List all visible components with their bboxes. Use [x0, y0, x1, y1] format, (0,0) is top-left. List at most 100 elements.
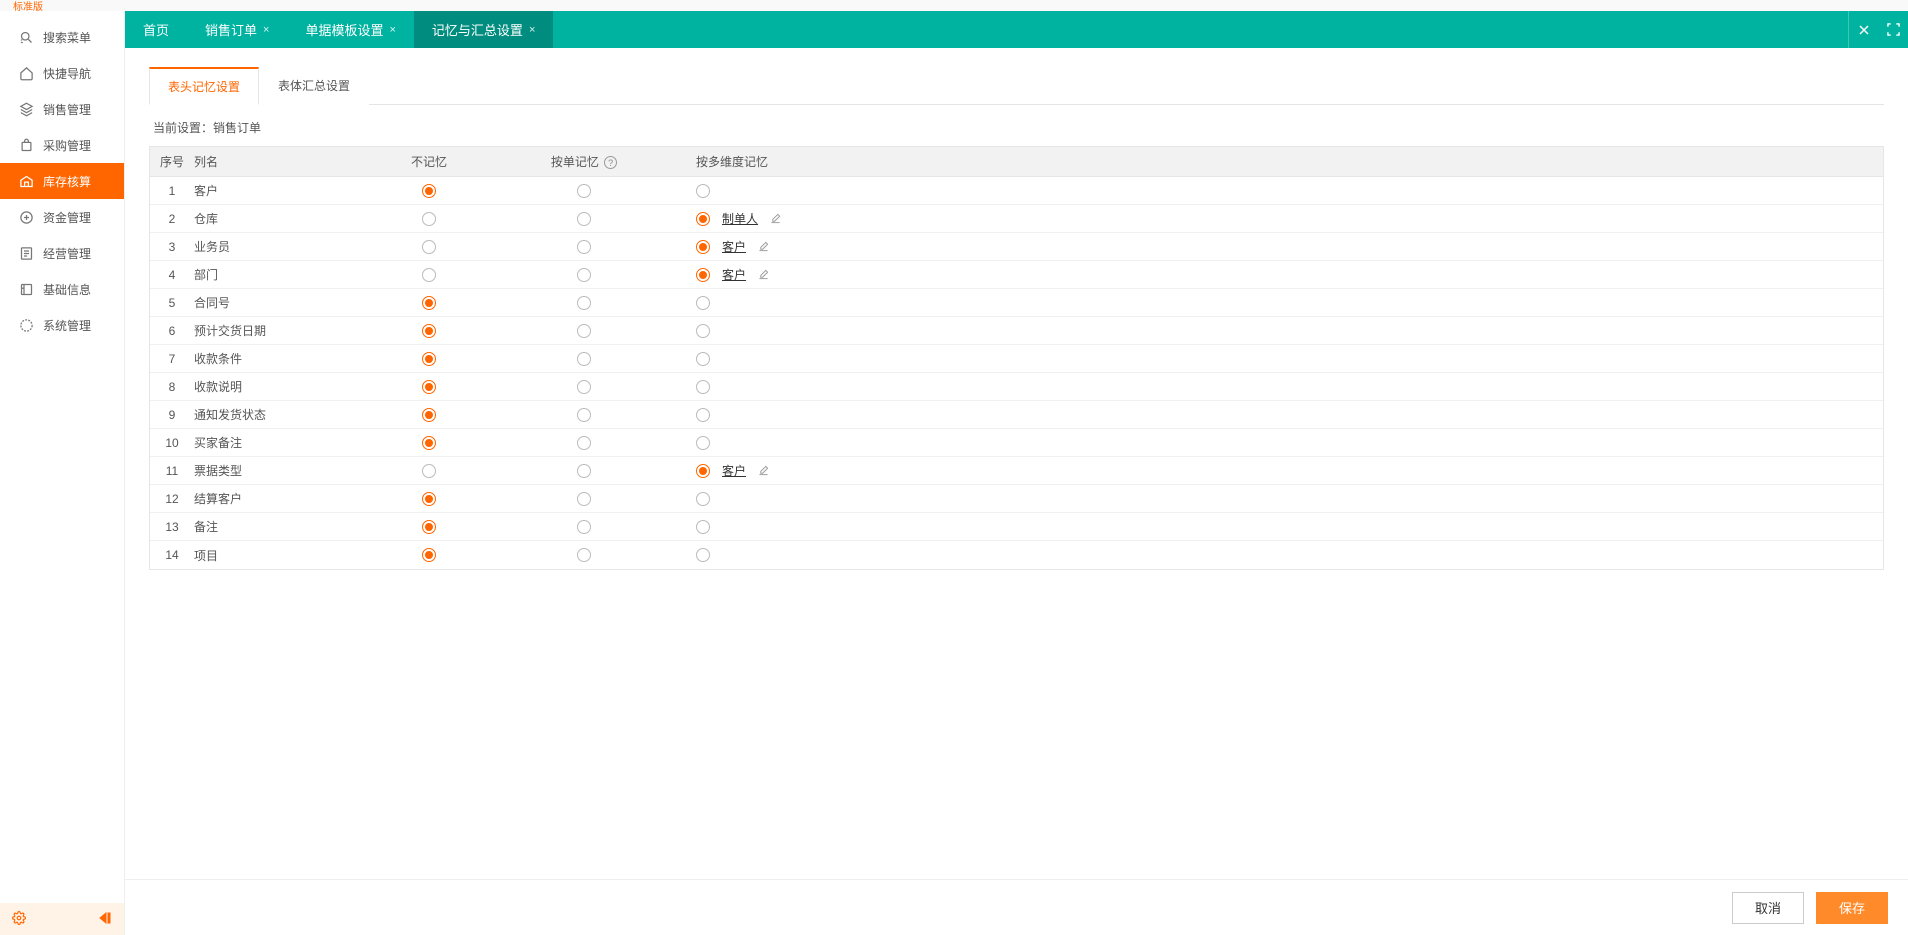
collapse-icon[interactable] [98, 912, 112, 927]
table-row: 9通知发货状态 [150, 401, 1883, 429]
save-button[interactable]: 保存 [1816, 892, 1888, 924]
dimension-link[interactable]: 客户 [722, 266, 746, 283]
dimension-link[interactable]: 客户 [722, 238, 746, 255]
radio-no-memory[interactable] [422, 324, 436, 338]
close-icon[interactable]: × [389, 24, 395, 36]
sidebar-item-fund-mgmt[interactable]: 资金管理 [0, 199, 124, 235]
cell-colname: 买家备注 [194, 434, 354, 451]
radio-by-order[interactable] [577, 240, 591, 254]
radio-by-dim[interactable] [696, 268, 710, 282]
radio-by-order[interactable] [577, 296, 591, 310]
table-row: 6预计交货日期 [150, 317, 1883, 345]
sidebar-item-business-mgmt[interactable]: 经营管理 [0, 235, 124, 271]
radio-by-dim[interactable] [696, 212, 710, 226]
radio-by-dim[interactable] [696, 324, 710, 338]
radio-by-order[interactable] [577, 324, 591, 338]
inner-tab-0[interactable]: 表头记忆设置 [149, 67, 259, 105]
tab-0[interactable]: 首页 [125, 11, 187, 48]
header-by-dim: 按多维度记忆 [664, 153, 1883, 170]
edit-icon[interactable] [758, 269, 770, 281]
radio-no-memory[interactable] [422, 408, 436, 422]
radio-by-dim[interactable] [696, 380, 710, 394]
current-setting-prefix: 当前设置： [153, 121, 213, 135]
radio-by-order[interactable] [577, 212, 591, 226]
radio-by-order[interactable] [577, 520, 591, 534]
sidebar-item-label: 库存核算 [43, 173, 91, 190]
close-icon[interactable]: × [263, 24, 269, 36]
radio-no-memory[interactable] [422, 296, 436, 310]
radio-by-dim[interactable] [696, 408, 710, 422]
sidebar-item-sales-mgmt[interactable]: 销售管理 [0, 91, 124, 127]
radio-by-order[interactable] [577, 268, 591, 282]
cell-seq: 14 [150, 548, 194, 562]
cancel-button[interactable]: 取消 [1732, 892, 1804, 924]
radio-no-memory[interactable] [422, 268, 436, 282]
sidebar-item-system-mgmt[interactable]: 系统管理 [0, 307, 124, 343]
sidebar-item-label: 系统管理 [43, 317, 91, 334]
sidebar-item-purchase-mgmt[interactable]: 采购管理 [0, 127, 124, 163]
tab-1[interactable]: 销售订单 × [187, 11, 287, 48]
radio-by-order[interactable] [577, 184, 591, 198]
cell-seq: 5 [150, 296, 194, 310]
header-seq: 序号 [150, 153, 194, 170]
close-icon[interactable]: × [529, 24, 535, 36]
radio-no-memory[interactable] [422, 212, 436, 226]
radio-no-memory[interactable] [422, 520, 436, 534]
radio-by-dim[interactable] [696, 548, 710, 562]
tab-label: 销售订单 [205, 20, 257, 39]
fullscreen-button[interactable] [1878, 11, 1908, 48]
radio-by-order[interactable] [577, 548, 591, 562]
radio-by-dim[interactable] [696, 436, 710, 450]
tab-2[interactable]: 单据模板设置× [287, 11, 413, 48]
cell-colname: 业务员 [194, 238, 354, 255]
radio-by-order[interactable] [577, 492, 591, 506]
radio-no-memory[interactable] [422, 380, 436, 394]
radio-by-dim[interactable] [696, 352, 710, 366]
table-row: 12结算客户 [150, 485, 1883, 513]
edit-icon[interactable] [770, 213, 782, 225]
close-all-tabs-button[interactable] [1848, 11, 1878, 48]
radio-no-memory[interactable] [422, 464, 436, 478]
header-no-memory: 不记忆 [354, 153, 504, 170]
table-row: 3业务员客户 [150, 233, 1883, 261]
radio-by-dim[interactable] [696, 240, 710, 254]
inner-tab-1[interactable]: 表体汇总设置 [259, 67, 369, 105]
radio-by-order[interactable] [577, 408, 591, 422]
cell-colname: 部门 [194, 266, 354, 283]
radio-by-order[interactable] [577, 436, 591, 450]
radio-by-dim[interactable] [696, 492, 710, 506]
cell-colname: 仓库 [194, 210, 354, 227]
radio-no-memory[interactable] [422, 436, 436, 450]
inner-tabs: 表头记忆设置表体汇总设置 [149, 66, 1884, 105]
gear-icon[interactable] [12, 911, 26, 928]
sidebar-item-base-info[interactable]: 基础信息 [0, 271, 124, 307]
edit-icon[interactable] [758, 465, 770, 477]
radio-no-memory[interactable] [422, 184, 436, 198]
radio-by-order[interactable] [577, 380, 591, 394]
radio-no-memory[interactable] [422, 240, 436, 254]
search-menu-icon [18, 29, 34, 45]
sidebar-item-label: 资金管理 [43, 209, 91, 226]
radio-by-dim[interactable] [696, 464, 710, 478]
radio-by-order[interactable] [577, 352, 591, 366]
radio-no-memory[interactable] [422, 492, 436, 506]
radio-by-dim[interactable] [696, 296, 710, 310]
table-row: 14项目 [150, 541, 1883, 569]
radio-by-dim[interactable] [696, 520, 710, 534]
edit-icon[interactable] [758, 241, 770, 253]
help-icon[interactable]: ? [604, 156, 617, 169]
dimension-link[interactable]: 制单人 [722, 210, 758, 227]
dimension-link[interactable]: 客户 [722, 462, 746, 479]
radio-no-memory[interactable] [422, 352, 436, 366]
radio-by-dim[interactable] [696, 184, 710, 198]
sidebar-item-quick-nav[interactable]: 快捷导航 [0, 55, 124, 91]
sidebar-item-search-menu[interactable]: 搜索菜单 [0, 19, 124, 55]
cell-seq: 10 [150, 436, 194, 450]
table-row: 1客户 [150, 177, 1883, 205]
tab-3[interactable]: 记忆与汇总设置 × [414, 11, 553, 48]
radio-no-memory[interactable] [422, 548, 436, 562]
sidebar-footer [0, 903, 124, 935]
tab-label: 记忆与汇总设置 [432, 20, 523, 39]
sidebar-item-inventory-acct[interactable]: 库存核算 [0, 163, 124, 199]
radio-by-order[interactable] [577, 464, 591, 478]
